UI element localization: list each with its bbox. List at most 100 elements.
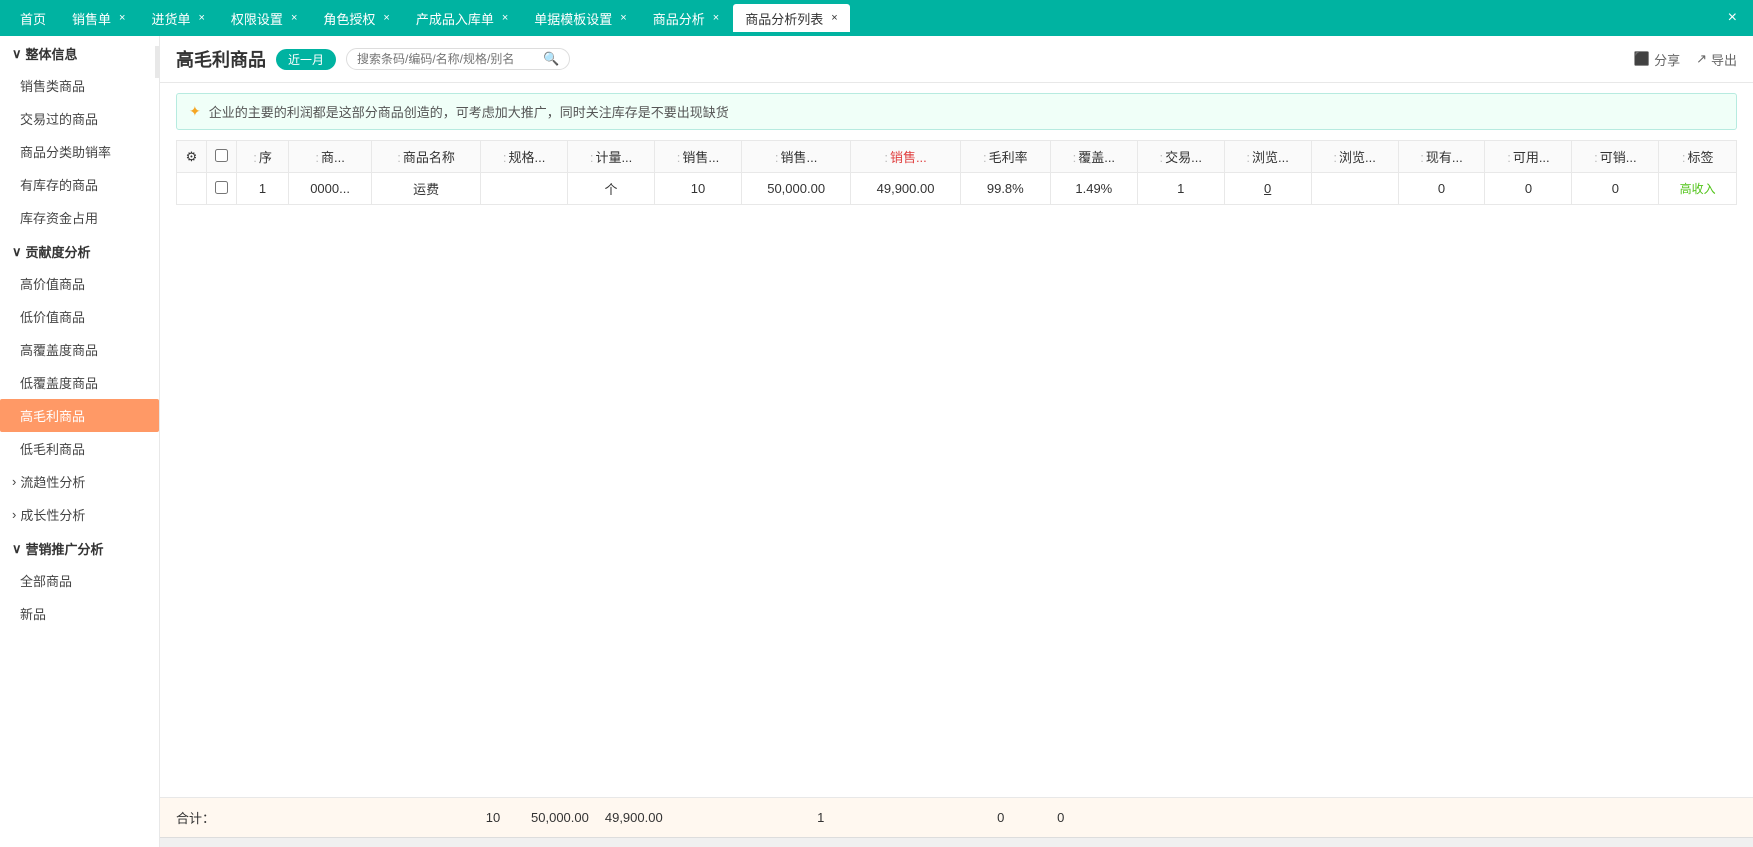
search-icon[interactable]: 🔍 <box>543 51 559 67</box>
content-header: 高毛利商品 近一月 🔍 ⬛ 分享 ↗ 导出 <box>160 36 1753 83</box>
col-unit: :计量... <box>568 141 655 173</box>
sidebar-item-low-coverage[interactable]: 低覆盖度商品 <box>0 366 159 399</box>
col-settings[interactable]: ⚙ <box>177 141 207 173</box>
tab-product-analysis-list[interactable]: 商品分析列表 × <box>733 4 849 32</box>
col-saleable: :可销... <box>1572 141 1659 173</box>
tab-home[interactable]: 首页 <box>8 4 58 32</box>
col-sales-qty: :销售... <box>655 141 742 173</box>
footer-empty3 <box>343 810 403 825</box>
row-checkbox[interactable] <box>215 181 228 194</box>
close-icon[interactable]: × <box>620 12 626 24</box>
share-icon: ⬛ <box>1634 51 1650 67</box>
sidebar-group-marketing[interactable]: ∨ 营销推广分析 <box>0 531 159 564</box>
sidebar-item-low-value[interactable]: 低价值商品 <box>0 300 159 333</box>
export-icon: ↗ <box>1696 51 1707 67</box>
tab-sales-order[interactable]: 销售单 × <box>60 4 137 32</box>
cell-name: 运费 <box>372 173 481 205</box>
sidebar-item-sales-goods[interactable]: 销售类商品 <box>0 69 159 102</box>
time-filter-button[interactable]: 近一月 <box>276 49 336 70</box>
sidebar-group-overall[interactable]: ∨ 整体信息 <box>0 36 159 69</box>
cell-coverage: 1.49% <box>1050 173 1137 205</box>
tab-template[interactable]: 单据模板设置 × <box>522 4 638 32</box>
sidebar-item-stocked-goods[interactable]: 有库存的商品 <box>0 168 159 201</box>
cell-tag: 高收入 <box>1659 173 1737 205</box>
close-icon[interactable]: × <box>119 12 125 24</box>
footer-empty4 <box>403 810 463 825</box>
col-tag: :标签 <box>1659 141 1737 173</box>
sidebar-item-traded-goods[interactable]: 交易过的商品 <box>0 102 159 135</box>
sidebar-item-high-value[interactable]: 高价值商品 <box>0 267 159 300</box>
sidebar-item-stock-capital[interactable]: 库存资金占用 <box>0 201 159 234</box>
top-nav: 首页 销售单 × 进货单 × 权限设置 × 角色授权 × 产成品入库单 × 单据… <box>0 0 1753 36</box>
search-box: 🔍 <box>346 48 570 70</box>
cell-saleable: 0 <box>1572 173 1659 205</box>
footer-empty2 <box>283 810 343 825</box>
window-close-button[interactable]: × <box>1720 9 1745 27</box>
footer-available: 0 <box>1031 810 1091 825</box>
sidebar-item-high-coverage[interactable]: 高覆盖度商品 <box>0 333 159 366</box>
col-code: :商... <box>289 141 372 173</box>
tab-product-storage[interactable]: 产成品入库单 × <box>404 4 520 32</box>
cell-check[interactable] <box>207 173 237 205</box>
close-icon[interactable]: × <box>198 12 204 24</box>
col-available: :可用... <box>1485 141 1572 173</box>
sidebar-item-category-rate[interactable]: 商品分类助销率 <box>0 135 159 168</box>
sidebar-group-trend[interactable]: › 流趋性分析 <box>0 465 159 498</box>
sidebar-item-high-margin[interactable]: 高毛利商品 <box>0 399 159 432</box>
close-icon[interactable]: × <box>383 12 389 24</box>
cell-gross-rate: 99.8% <box>960 173 1050 205</box>
data-table: ⚙ :序 :商... :商品名称 :规格... :计量... :销售... :销… <box>176 140 1737 205</box>
col-browse2: :浏览... <box>1311 141 1398 173</box>
close-icon[interactable]: × <box>502 12 508 24</box>
footer-empty6 <box>731 810 791 825</box>
footer-empty8 <box>911 810 971 825</box>
footer-sales-qty: 10 <box>463 810 523 825</box>
chevron-down-icon: ∨ <box>12 244 22 260</box>
sidebar-item-all-goods[interactable]: 全部商品 <box>0 564 159 597</box>
cell-unit: 个 <box>568 173 655 205</box>
close-icon[interactable]: × <box>291 12 297 24</box>
cell-browse2 <box>1311 173 1398 205</box>
table-container[interactable]: ⚙ :序 :商... :商品名称 :规格... :计量... :销售... :销… <box>160 130 1753 797</box>
sidebar-item-new-goods[interactable]: 新品 <box>0 597 159 630</box>
col-coverage: :覆盖... <box>1050 141 1137 173</box>
col-spec: :规格... <box>481 141 568 173</box>
sidebar-item-low-margin[interactable]: 低毛利商品 <box>0 432 159 465</box>
col-check <box>207 141 237 173</box>
tab-product-analysis[interactable]: 商品分析 × <box>641 4 731 32</box>
info-icon: ✦ <box>189 103 201 120</box>
sidebar-group-contribution[interactable]: ∨ 贡献度分析 <box>0 234 159 267</box>
content-area: 高毛利商品 近一月 🔍 ⬛ 分享 ↗ 导出 ✦ 企业的主要的利润都是这部分商品创… <box>160 36 1753 847</box>
share-button[interactable]: ⬛ 分享 <box>1634 50 1680 69</box>
cell-sales-profit: 49,900.00 <box>851 173 960 205</box>
tab-purchase[interactable]: 进货单 × <box>139 4 216 32</box>
export-button[interactable]: ↗ 导出 <box>1696 50 1737 69</box>
col-current: :现有... <box>1398 141 1485 173</box>
main-layout: « ∨ 整体信息 销售类商品 交易过的商品 商品分类助销率 有库存的商品 库存资… <box>0 36 1753 847</box>
close-icon[interactable]: × <box>831 12 837 24</box>
footer-trade: 1 <box>791 810 851 825</box>
select-all-checkbox[interactable] <box>215 149 228 162</box>
cell-sales-amt: 50,000.00 <box>741 173 850 205</box>
col-name: :商品名称 <box>372 141 481 173</box>
chevron-right-icon: › <box>12 507 16 522</box>
tab-permissions[interactable]: 权限设置 × <box>219 4 309 32</box>
footer-empty7 <box>851 810 911 825</box>
footer-empty5 <box>671 810 731 825</box>
cell-settings <box>177 173 207 205</box>
col-sales-amt: :销售... <box>741 141 850 173</box>
bottom-scrollbar[interactable] <box>160 837 1753 847</box>
tab-roles[interactable]: 角色授权 × <box>311 4 401 32</box>
cell-no: 1 <box>237 173 289 205</box>
search-input[interactable] <box>357 52 537 66</box>
col-sales-profit: :销售... <box>851 141 960 173</box>
cell-browse1[interactable]: 0 <box>1224 173 1311 205</box>
sidebar: « ∨ 整体信息 销售类商品 交易过的商品 商品分类助销率 有库存的商品 库存资… <box>0 36 160 847</box>
col-index: :序 <box>237 141 289 173</box>
footer-sales-amt: 50,000.00 <box>523 810 597 825</box>
close-icon[interactable]: × <box>713 12 719 24</box>
chevron-down-icon: ∨ <box>12 541 22 557</box>
sidebar-group-growth[interactable]: › 成长性分析 <box>0 498 159 531</box>
sidebar-collapse-button[interactable]: « <box>155 46 160 78</box>
footer-empty1 <box>223 810 283 825</box>
